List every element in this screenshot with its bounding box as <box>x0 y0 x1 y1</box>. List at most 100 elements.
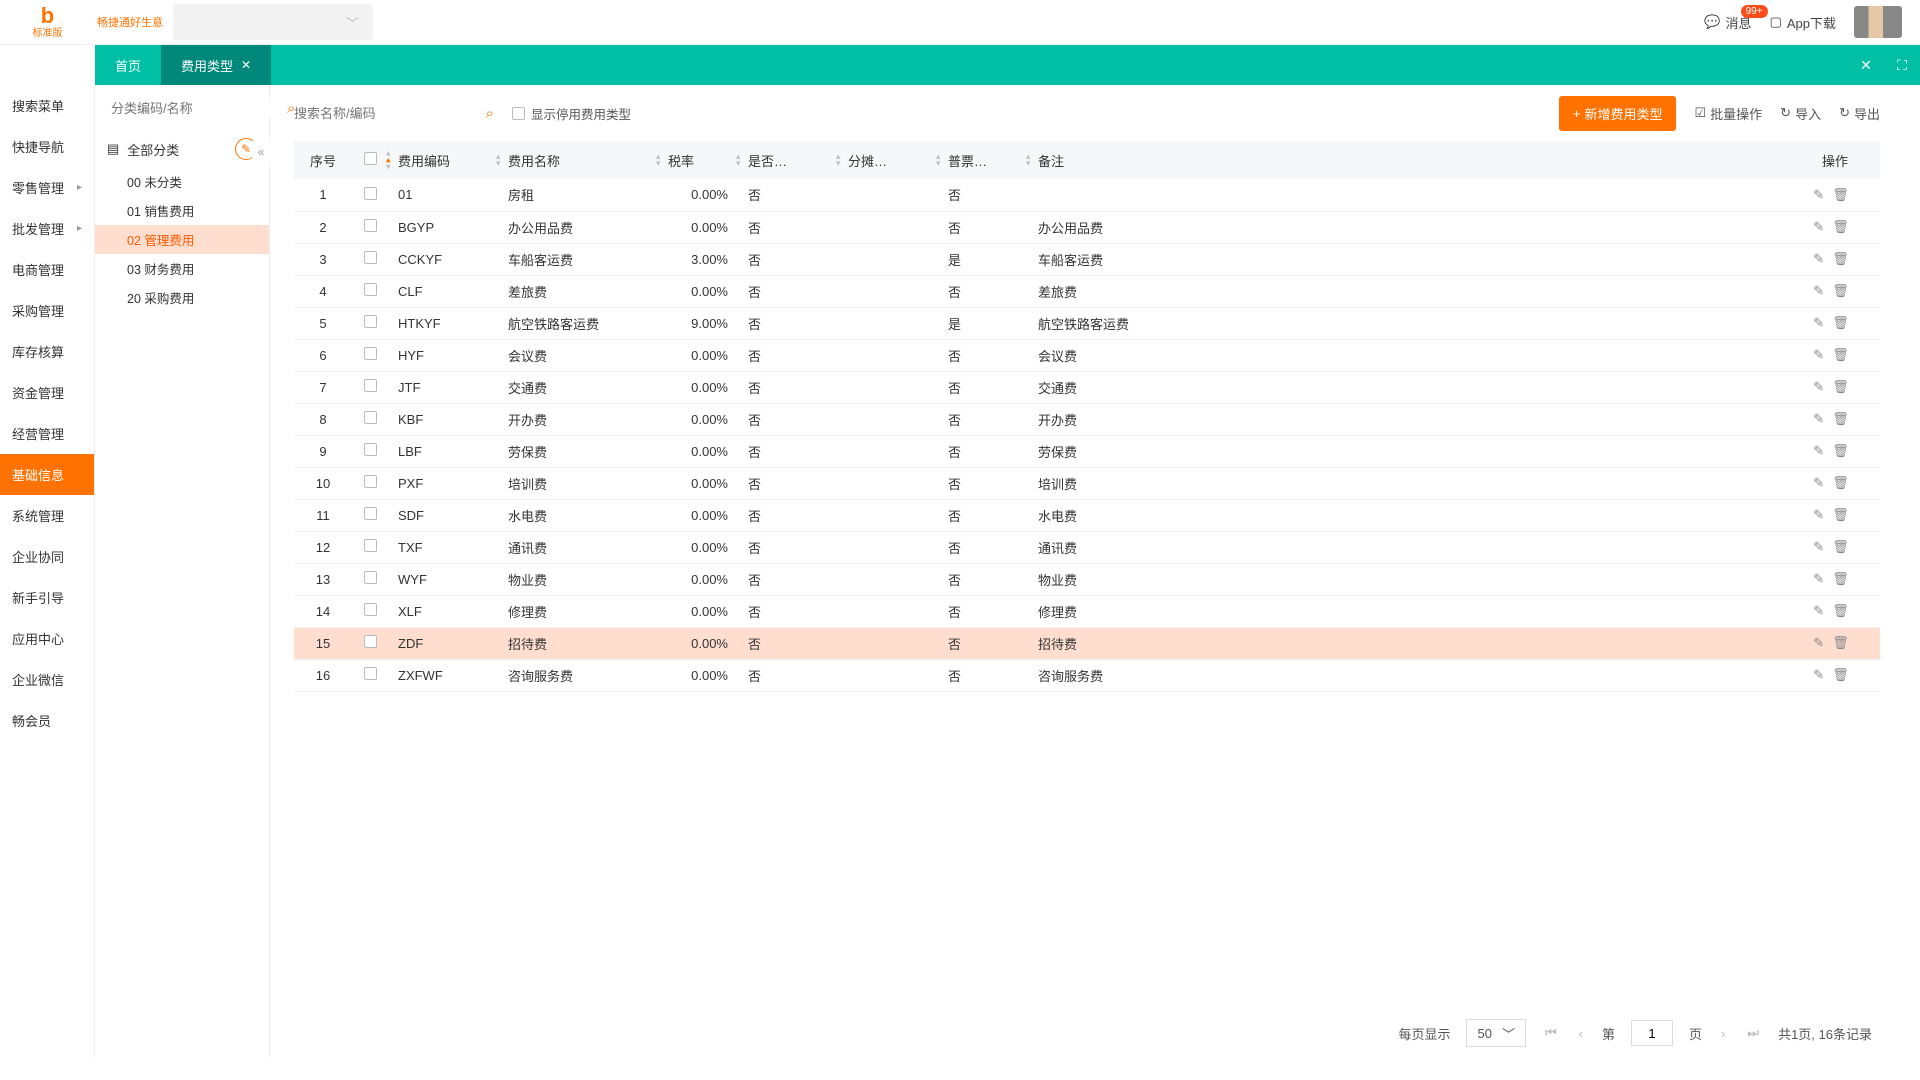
delete-icon[interactable]: 🗑 <box>1832 219 1857 234</box>
search-icon[interactable]: ⌕ <box>287 100 295 117</box>
tab-close-all-button[interactable]: ✕ <box>1848 45 1884 85</box>
edit-icon[interactable]: ✎ <box>1813 251 1832 266</box>
col-remark[interactable]: 备注 <box>1028 141 1790 179</box>
sidebar-item-12[interactable]: 新手引导 <box>0 577 94 618</box>
delete-icon[interactable]: 🗑 <box>1832 603 1857 618</box>
category-item-0[interactable]: 00 未分类 <box>95 167 269 196</box>
cell-checkbox[interactable] <box>352 531 388 563</box>
pager-next[interactable]: › <box>1718 1026 1728 1041</box>
col-name[interactable]: 费用名称 <box>498 141 658 179</box>
col-isx[interactable]: 是否… <box>738 141 838 179</box>
cell-checkbox[interactable] <box>352 211 388 243</box>
pager-first[interactable]: ⏮ <box>1542 1025 1560 1041</box>
col-checkbox[interactable] <box>352 141 388 179</box>
tab-home[interactable]: 首页 <box>95 45 161 85</box>
cell-checkbox[interactable] <box>352 339 388 371</box>
pager-page-input[interactable] <box>1631 1020 1673 1046</box>
edit-icon[interactable]: ✎ <box>1813 347 1832 362</box>
edit-icon[interactable]: ✎ <box>1813 507 1832 522</box>
edit-icon[interactable]: ✎ <box>1813 411 1832 426</box>
table-row[interactable]: 2BGYP办公用品费0.00%否否办公用品费✎🗑 <box>294 211 1880 243</box>
edit-icon[interactable]: ✎ <box>1813 603 1832 618</box>
import-button[interactable]: ↻ 导入 <box>1780 104 1821 123</box>
edit-icon[interactable]: ✎ <box>1813 219 1832 234</box>
table-row[interactable]: 3CCKYF车船客运费3.00%否是车船客运费✎🗑 <box>294 243 1880 275</box>
table-row[interactable]: 10PXF培训费0.00%否否培训费✎🗑 <box>294 467 1880 499</box>
export-button[interactable]: ↻ 导出 <box>1839 104 1880 123</box>
tab-expense-type[interactable]: 费用类型 ✕ <box>161 45 271 85</box>
cell-checkbox[interactable] <box>352 307 388 339</box>
sidebar-item-5[interactable]: 采购管理 <box>0 290 94 331</box>
cell-checkbox[interactable] <box>352 595 388 627</box>
category-item-2[interactable]: 02 管理费用 <box>95 225 269 254</box>
app-download-button[interactable]: ▢ App下载 <box>1770 13 1836 32</box>
col-code[interactable]: ▴费用编码 <box>388 141 498 179</box>
sidebar-item-13[interactable]: 应用中心 <box>0 618 94 659</box>
delete-icon[interactable]: 🗑 <box>1832 411 1857 426</box>
delete-icon[interactable]: 🗑 <box>1832 475 1857 490</box>
table-row[interactable]: 11SDF水电费0.00%否否水电费✎🗑 <box>294 499 1880 531</box>
table-row[interactable]: 9LBF劳保费0.00%否否劳保费✎🗑 <box>294 435 1880 467</box>
cell-checkbox[interactable] <box>352 499 388 531</box>
table-row[interactable]: 7JTF交通费0.00%否否交通费✎🗑 <box>294 371 1880 403</box>
per-page-select[interactable]: 50 ﹀ <box>1466 1019 1525 1047</box>
edit-icon[interactable]: ✎ <box>1813 379 1832 394</box>
add-expense-type-button[interactable]: + 新增费用类型 <box>1559 96 1677 131</box>
sidebar-item-10[interactable]: 系统管理 <box>0 495 94 536</box>
category-search-input[interactable] <box>111 101 287 116</box>
table-row[interactable]: 14XLF修理费0.00%否否修理费✎🗑 <box>294 595 1880 627</box>
fullscreen-button[interactable]: ⛶ <box>1884 45 1920 85</box>
table-row[interactable]: 16ZXFWF咨询服务费0.00%否否咨询服务费✎🗑 <box>294 659 1880 691</box>
delete-icon[interactable]: 🗑 <box>1832 443 1857 458</box>
cell-checkbox[interactable] <box>352 467 388 499</box>
table-row[interactable]: 4CLF差旅费0.00%否否差旅费✎🗑 <box>294 275 1880 307</box>
company-dropdown[interactable]: ﹀ <box>173 4 373 40</box>
cell-checkbox[interactable] <box>352 659 388 691</box>
edit-icon[interactable]: ✎ <box>1813 635 1832 650</box>
edit-icon[interactable]: ✎ <box>1813 571 1832 586</box>
cell-checkbox[interactable] <box>352 371 388 403</box>
sidebar-item-1[interactable]: 快捷导航 <box>0 126 94 167</box>
pager-prev[interactable]: ‹ <box>1576 1026 1586 1041</box>
sidebar-item-3[interactable]: 批发管理▸ <box>0 208 94 249</box>
delete-icon[interactable]: 🗑 <box>1832 635 1857 650</box>
search-input[interactable] <box>294 106 478 121</box>
category-item-3[interactable]: 03 财务费用 <box>95 254 269 283</box>
delete-icon[interactable]: 🗑 <box>1832 187 1857 202</box>
sidebar-item-8[interactable]: 经营管理 <box>0 413 94 454</box>
delete-icon[interactable]: 🗑 <box>1832 251 1857 266</box>
col-voucher[interactable]: 普票… <box>938 141 1028 179</box>
delete-icon[interactable]: 🗑 <box>1832 315 1857 330</box>
messages-button[interactable]: 💬 消息 99+ <box>1704 13 1751 32</box>
delete-icon[interactable]: 🗑 <box>1832 379 1857 394</box>
table-row[interactable]: 13WYF物业费0.00%否否物业费✎🗑 <box>294 563 1880 595</box>
table-row[interactable]: 101房租0.00%否否✎🗑 <box>294 179 1880 211</box>
category-item-1[interactable]: 01 销售费用 <box>95 196 269 225</box>
table-row[interactable]: 12TXF通讯费0.00%否否通讯费✎🗑 <box>294 531 1880 563</box>
batch-action-button[interactable]: ☑ 批量操作 <box>1694 104 1762 123</box>
table-row[interactable]: 5HTKYF航空铁路客运费9.00%否是航空铁路客运费✎🗑 <box>294 307 1880 339</box>
delete-icon[interactable]: 🗑 <box>1832 283 1857 298</box>
edit-icon[interactable]: ✎ <box>1813 443 1832 458</box>
col-share[interactable]: 分摊… <box>838 141 938 179</box>
edit-icon[interactable]: ✎ <box>1813 283 1832 298</box>
checkbox-icon[interactable] <box>364 152 377 165</box>
avatar[interactable] <box>1854 6 1902 38</box>
pager-last[interactable]: ⏭ <box>1744 1025 1762 1041</box>
cell-checkbox[interactable] <box>352 563 388 595</box>
category-item-4[interactable]: 20 采购费用 <box>95 283 269 312</box>
sidebar-item-11[interactable]: 企业协同 <box>0 536 94 577</box>
delete-icon[interactable]: 🗑 <box>1832 539 1857 554</box>
edit-icon[interactable]: ✎ <box>1813 315 1832 330</box>
delete-icon[interactable]: 🗑 <box>1832 571 1857 586</box>
edit-icon[interactable]: ✎ <box>1813 539 1832 554</box>
col-seq[interactable]: 序号 <box>294 141 352 179</box>
edit-icon[interactable]: ✎ <box>1813 475 1832 490</box>
sidebar-item-4[interactable]: 电商管理 <box>0 249 94 290</box>
close-icon[interactable]: ✕ <box>241 58 251 72</box>
delete-icon[interactable]: 🗑 <box>1832 507 1857 522</box>
table-row[interactable]: 15ZDF招待费0.00%否否招待费✎🗑 <box>294 627 1880 659</box>
sidebar-item-15[interactable]: 畅会员 <box>0 700 94 741</box>
search-icon[interactable]: ⌕ <box>486 105 494 122</box>
sidebar-item-0[interactable]: 搜索菜单 <box>0 85 94 126</box>
